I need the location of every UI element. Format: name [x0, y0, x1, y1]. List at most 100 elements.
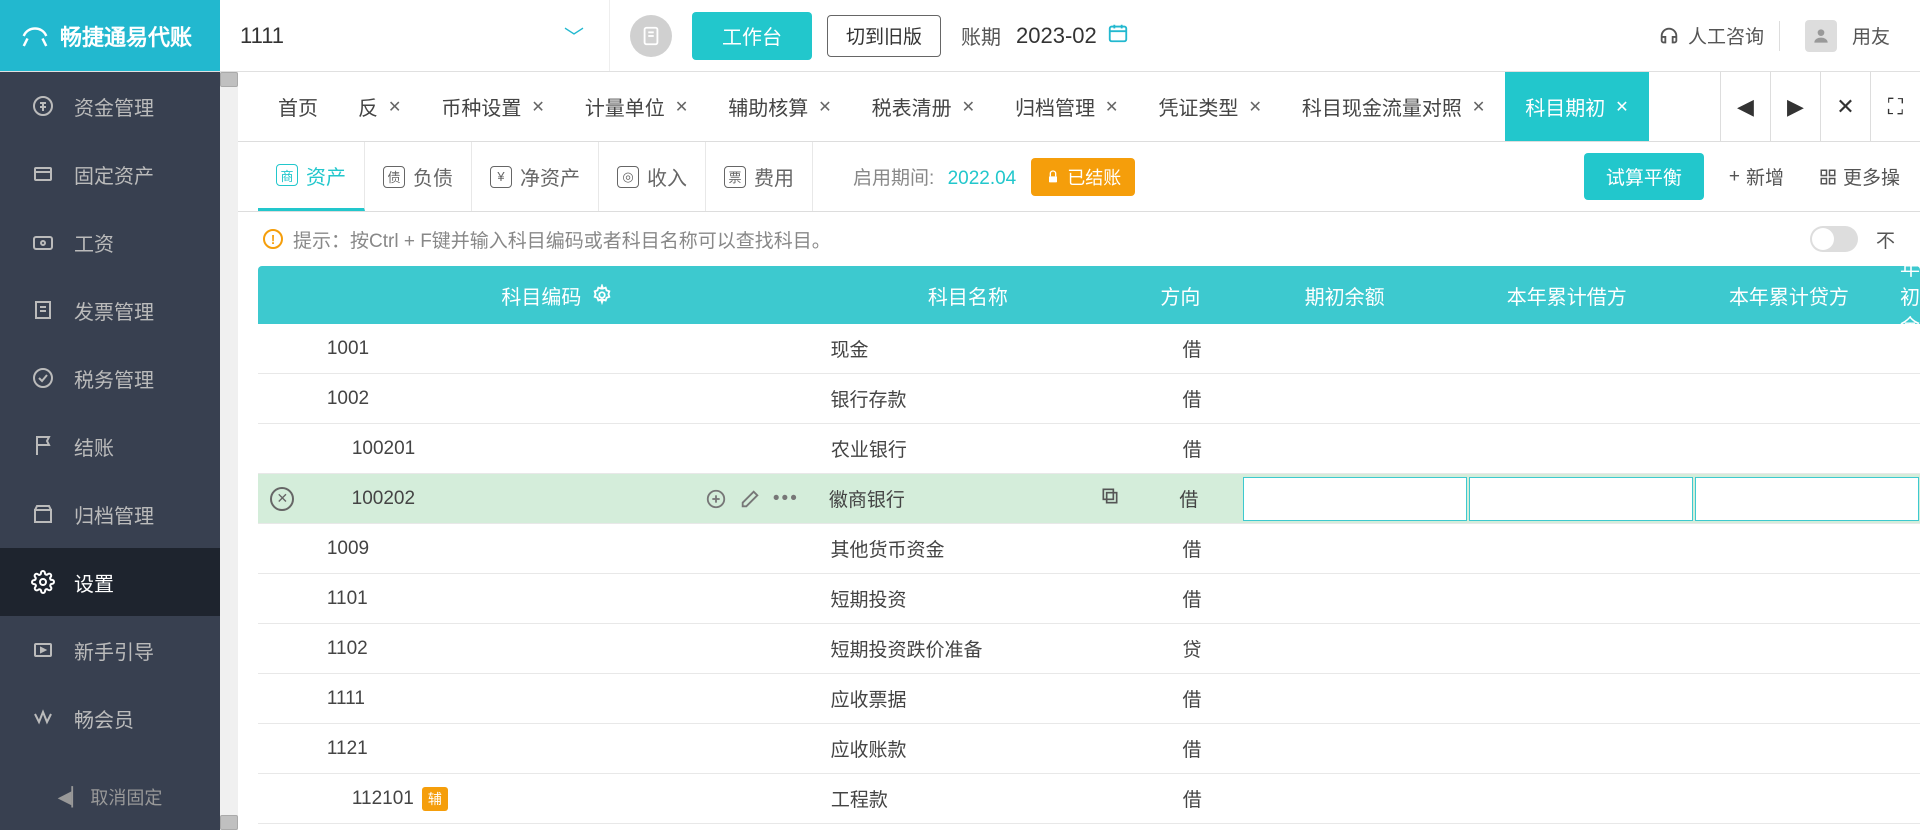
- cell-balance[interactable]: [1246, 374, 1471, 423]
- category-tab-3[interactable]: ◎收入: [599, 142, 706, 211]
- cell-debit[interactable]: [1469, 477, 1693, 521]
- close-icon[interactable]: ✕: [675, 97, 688, 117]
- switch-old-button[interactable]: 切到旧版: [827, 15, 941, 57]
- cell-debit[interactable]: [1471, 374, 1696, 423]
- sidebar-item-invoice[interactable]: 发票管理: [0, 276, 220, 344]
- tab-6[interactable]: 归档管理✕: [995, 72, 1138, 141]
- table-row[interactable]: 1002 银行存款 借: [258, 374, 1920, 424]
- table-row[interactable]: 100201 农业银行 借: [258, 424, 1920, 474]
- cell-credit[interactable]: [1695, 674, 1920, 723]
- cell-debit[interactable]: [1471, 574, 1696, 623]
- cell-balance[interactable]: [1246, 574, 1471, 623]
- unpin-button[interactable]: ◀▏ 取消固定: [0, 784, 220, 810]
- workspace-button[interactable]: 工作台: [692, 12, 812, 60]
- tab-4[interactable]: 辅助核算✕: [708, 72, 851, 141]
- sidebar-item-fund[interactable]: 资金管理: [0, 72, 220, 140]
- tab-2[interactable]: 币种设置✕: [421, 72, 564, 141]
- table-row[interactable]: ✕ 100202 ••• 徽商银行 借: [258, 474, 1920, 524]
- cell-debit[interactable]: [1471, 324, 1696, 373]
- more-icon[interactable]: •••: [773, 488, 799, 510]
- document-button[interactable]: [630, 15, 672, 57]
- table-row[interactable]: 1121 应收账款 借: [258, 724, 1920, 774]
- close-icon[interactable]: ✕: [1105, 97, 1118, 117]
- close-icon[interactable]: ✕: [962, 97, 975, 117]
- close-icon[interactable]: ✕: [818, 97, 831, 117]
- sidebar-item-salary[interactable]: 工资: [0, 208, 220, 276]
- delete-icon[interactable]: ✕: [270, 487, 294, 511]
- close-icon[interactable]: ✕: [1472, 97, 1485, 117]
- cell-credit[interactable]: [1695, 774, 1920, 823]
- sidebar-item-settings[interactable]: 设置: [0, 548, 220, 616]
- toggle-switch[interactable]: [1810, 226, 1858, 252]
- more-button[interactable]: 更多操: [1809, 163, 1910, 190]
- cell-balance[interactable]: [1246, 774, 1471, 823]
- close-icon[interactable]: ✕: [1248, 97, 1261, 117]
- scroll-down[interactable]: [220, 815, 238, 830]
- cell-debit[interactable]: [1471, 524, 1696, 573]
- tab-9[interactable]: 科目期初✕: [1505, 72, 1648, 141]
- close-icon[interactable]: ✕: [388, 97, 401, 117]
- cell-balance[interactable]: [1246, 324, 1471, 373]
- cell-balance[interactable]: [1246, 524, 1471, 573]
- cell-credit[interactable]: [1695, 324, 1920, 373]
- table-row[interactable]: 1102 短期投资跌价准备 贷: [258, 624, 1920, 674]
- cell-balance[interactable]: [1246, 674, 1471, 723]
- cell-credit[interactable]: [1695, 724, 1920, 773]
- category-tab-0[interactable]: 商资产: [258, 142, 365, 211]
- copy-icon[interactable]: [1100, 486, 1135, 512]
- scroll-up[interactable]: [220, 72, 238, 87]
- category-tab-4[interactable]: 票费用: [706, 142, 813, 211]
- table-row[interactable]: 112101辅 工程款 借: [258, 774, 1920, 824]
- tab-expand[interactable]: ⛶: [1870, 72, 1920, 141]
- add-child-icon[interactable]: [705, 488, 727, 510]
- cell-credit[interactable]: [1695, 374, 1920, 423]
- edit-icon[interactable]: [739, 488, 761, 510]
- trial-balance-button[interactable]: 试算平衡: [1584, 153, 1704, 200]
- consult-button[interactable]: 人工咨询: [1658, 22, 1764, 49]
- sidebar-scrollbar[interactable]: [220, 72, 238, 830]
- tab-next[interactable]: ▶: [1770, 72, 1820, 141]
- category-tab-1[interactable]: 债负债: [365, 142, 472, 211]
- tab-0[interactable]: 首页: [258, 72, 338, 141]
- tab-3[interactable]: 计量单位✕: [565, 72, 708, 141]
- table-row[interactable]: 1009 其他货币资金 借: [258, 524, 1920, 574]
- table-row[interactable]: 1111 应收票据 借: [258, 674, 1920, 724]
- cell-debit[interactable]: [1471, 674, 1696, 723]
- cell-credit[interactable]: [1695, 624, 1920, 673]
- sidebar-item-vip[interactable]: 畅会员: [0, 684, 220, 752]
- close-icon[interactable]: ✕: [531, 97, 544, 117]
- add-button[interactable]: +新增: [1719, 163, 1794, 190]
- tab-close-all[interactable]: ✕: [1820, 72, 1870, 141]
- company-selector[interactable]: ﹀: [220, 0, 610, 71]
- table-row[interactable]: 1001 现金 借: [258, 324, 1920, 374]
- cell-balance[interactable]: [1246, 424, 1471, 473]
- cell-debit[interactable]: [1471, 424, 1696, 473]
- avatar[interactable]: [1805, 20, 1837, 52]
- sidebar-item-asset[interactable]: 固定资产: [0, 140, 220, 208]
- cell-debit[interactable]: [1471, 624, 1696, 673]
- cell-credit[interactable]: [1695, 477, 1919, 521]
- sidebar-item-archive[interactable]: 归档管理: [0, 480, 220, 548]
- category-tab-2[interactable]: ¥净资产: [472, 142, 599, 211]
- sidebar-item-close[interactable]: 结账: [0, 412, 220, 480]
- gear-icon[interactable]: [591, 284, 613, 306]
- sidebar-item-tax[interactable]: 税务管理: [0, 344, 220, 412]
- row-check[interactable]: ✕: [258, 487, 307, 511]
- company-input[interactable]: [240, 23, 589, 49]
- cell-debit[interactable]: [1471, 774, 1696, 823]
- tab-7[interactable]: 凭证类型✕: [1138, 72, 1281, 141]
- tab-1[interactable]: 反✕: [338, 72, 421, 141]
- cell-credit[interactable]: [1695, 424, 1920, 473]
- cell-credit[interactable]: [1695, 524, 1920, 573]
- calendar-icon[interactable]: [1107, 22, 1129, 50]
- cell-balance[interactable]: [1246, 724, 1471, 773]
- tab-prev[interactable]: ◀: [1720, 72, 1770, 141]
- tab-8[interactable]: 科目现金流量对照✕: [1282, 72, 1505, 141]
- close-icon[interactable]: ✕: [1615, 97, 1628, 117]
- cell-credit[interactable]: [1695, 574, 1920, 623]
- cell-debit[interactable]: [1471, 724, 1696, 773]
- cell-balance[interactable]: [1246, 624, 1471, 673]
- sidebar-item-guide[interactable]: 新手引导: [0, 616, 220, 684]
- table-row[interactable]: 1101 短期投资 借: [258, 574, 1920, 624]
- cell-balance[interactable]: [1243, 477, 1467, 521]
